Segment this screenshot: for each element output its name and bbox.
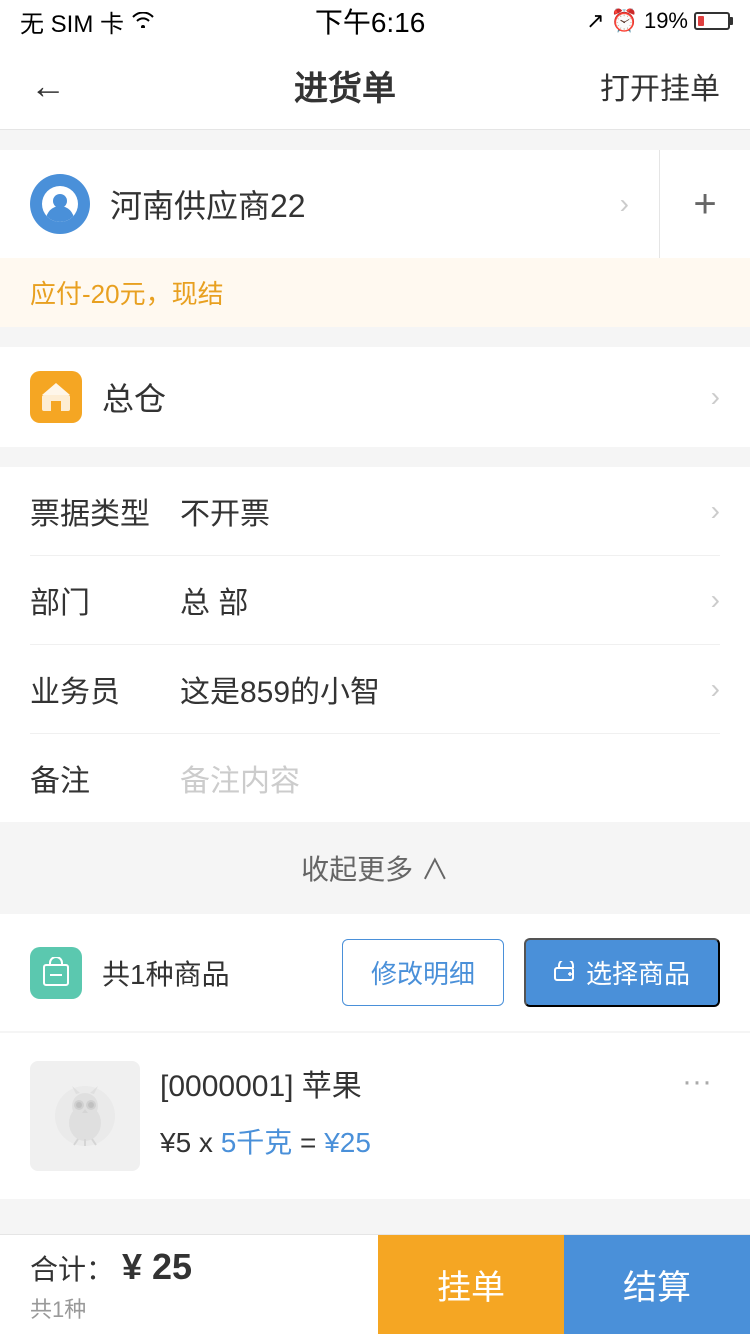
invoice-chevron-icon: ›	[711, 495, 720, 527]
warehouse-chevron-icon: ›	[711, 381, 720, 413]
avatar-inner	[42, 186, 78, 222]
product-name: [0000001] 苹果	[160, 1061, 654, 1105]
carrier-text: 无 SIM 卡	[20, 4, 124, 39]
page-title: 进货单	[294, 61, 396, 110]
hang-order-button[interactable]: 挂单	[378, 1235, 564, 1334]
open-hang-button[interactable]: 打开挂单	[600, 64, 720, 108]
supplier-row[interactable]: 河南供应商22 ›	[0, 150, 660, 258]
owl-logo	[50, 1081, 120, 1151]
product-thumbnail	[30, 1061, 140, 1171]
remarks-row[interactable]: 备注 备注内容	[0, 734, 750, 822]
warehouse-icon	[30, 371, 82, 423]
footer-total: 合计： ¥ 25 共1种	[0, 1235, 378, 1334]
price-base: ¥5 x	[160, 1127, 221, 1158]
supplier-name: 河南供应商22	[110, 181, 610, 227]
dept-value: 总 部	[170, 578, 701, 622]
product-header: 共1种商品 修改明细 选择商品	[0, 914, 750, 1031]
dept-chevron-icon: ›	[711, 584, 720, 616]
bottom-gap	[0, 1199, 750, 1239]
sales-chevron-icon: ›	[711, 673, 720, 705]
notice-text: 应付-20元，现结	[30, 279, 224, 309]
collapse-label: 收起更多 ∧	[301, 848, 449, 888]
remarks-label: 备注	[30, 756, 170, 800]
product-price: ¥5 x 5千克 = ¥25	[160, 1121, 654, 1161]
select-product-button[interactable]: 选择商品	[524, 938, 720, 1007]
product-code: [0000001]	[160, 1070, 302, 1103]
nav-bar: ← 进货单 打开挂单	[0, 42, 750, 130]
total-sub: 共1种	[30, 1292, 348, 1324]
total-amount: ¥ 25	[122, 1246, 192, 1288]
settle-button[interactable]: 结算	[564, 1235, 750, 1334]
select-product-label: 选择商品	[586, 954, 690, 991]
location-icon: ↗	[586, 8, 604, 34]
dept-label: 部门	[30, 578, 170, 622]
footer: 合计： ¥ 25 共1种 挂单 结算	[0, 1234, 750, 1334]
battery-icon	[694, 12, 730, 30]
status-right: ↗ ⏰ 19%	[586, 8, 730, 34]
warehouse-section[interactable]: 总仓 ›	[0, 347, 750, 447]
add-supplier-button[interactable]: +	[660, 150, 750, 258]
invoice-type-value: 不开票	[170, 489, 701, 533]
invoice-type-label: 票据类型	[30, 489, 170, 533]
chevron-right-icon: ›	[620, 188, 629, 220]
alarm-icon: ⏰	[611, 8, 638, 34]
product-title: 苹果	[302, 1070, 362, 1103]
sales-value: 这是859的小智	[170, 667, 701, 711]
price-eq: =	[292, 1127, 324, 1158]
status-bar: 无 SIM 卡 下午6:16 ↗ ⏰ 19%	[0, 0, 750, 42]
total-row: 合计： ¥ 25	[30, 1246, 348, 1288]
modify-detail-button[interactable]: 修改明细	[342, 939, 504, 1006]
supplier-section: 河南供应商22 › +	[0, 150, 750, 258]
status-left: 无 SIM 卡	[20, 4, 154, 39]
section-gap-1	[0, 130, 750, 150]
product-item: [0000001] 苹果 ¥5 x 5千克 = ¥25 ···	[0, 1033, 750, 1199]
product-count-text: 共1种商品	[102, 953, 322, 993]
sales-row[interactable]: 业务员 这是859的小智 ›	[0, 645, 750, 733]
total-label: 合计：	[30, 1248, 114, 1288]
wifi-icon	[132, 7, 154, 35]
sales-label: 业务员	[30, 667, 170, 711]
battery-percent: 19%	[644, 8, 688, 34]
product-total: ¥25	[324, 1127, 371, 1158]
form-section: 票据类型 不开票 › 部门 总 部 › 业务员 这是859的小智 › 备注 备注…	[0, 467, 750, 822]
product-info: [0000001] 苹果 ¥5 x 5千克 = ¥25	[160, 1061, 654, 1161]
back-button[interactable]: ←	[30, 65, 90, 107]
product-more-button[interactable]: ···	[674, 1061, 720, 1103]
dept-row[interactable]: 部门 总 部 ›	[0, 556, 750, 644]
product-quantity: 5千克	[221, 1127, 293, 1158]
cart-icon	[554, 961, 578, 985]
remarks-input[interactable]: 备注内容	[170, 756, 720, 800]
warehouse-name: 总仓	[102, 374, 701, 420]
notice-bar: 应付-20元，现结	[0, 258, 750, 327]
invoice-type-row[interactable]: 票据类型 不开票 ›	[0, 467, 750, 555]
collapse-button[interactable]: 收起更多 ∧	[0, 824, 750, 912]
supplier-avatar	[30, 174, 90, 234]
product-count-icon	[30, 947, 82, 999]
status-time: 下午6:16	[315, 1, 426, 41]
